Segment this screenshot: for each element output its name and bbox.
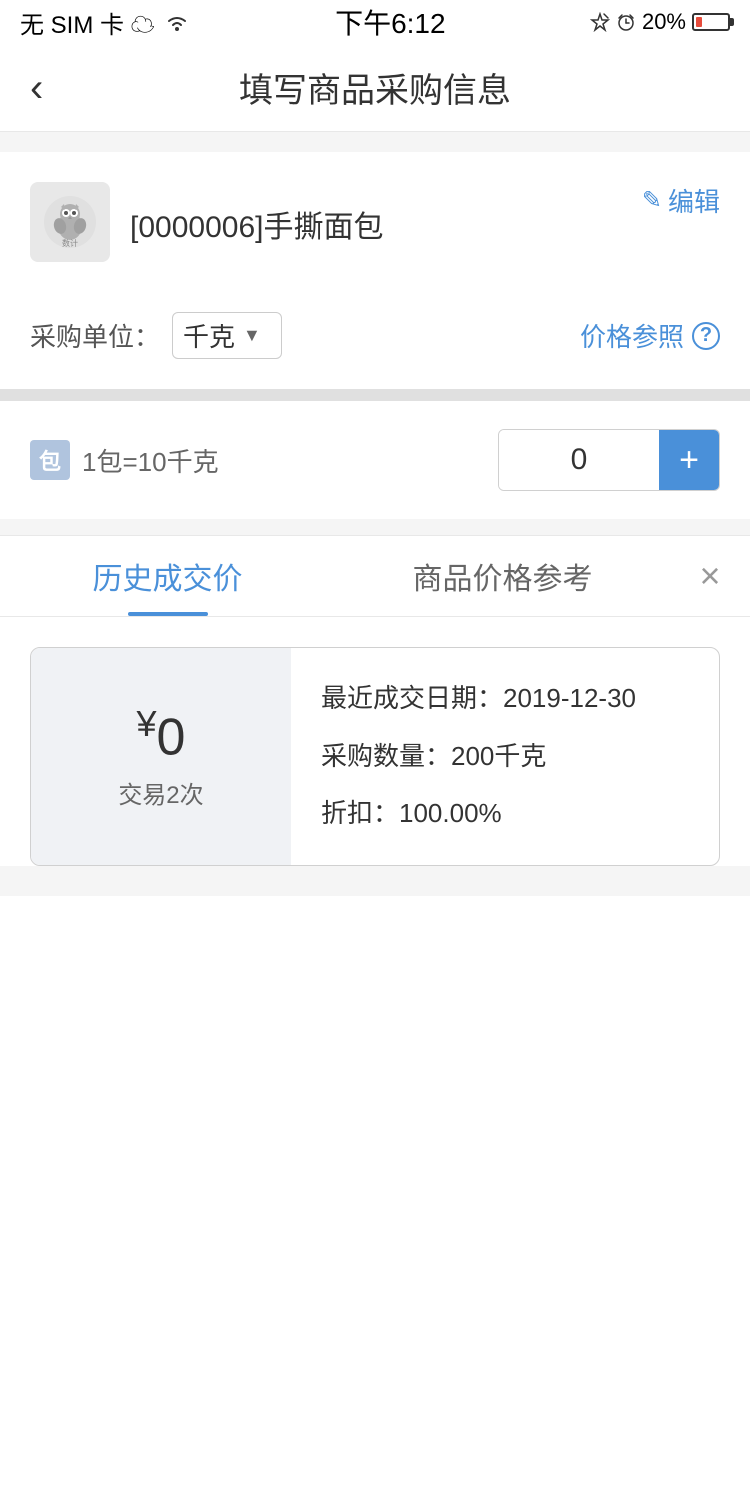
- discount-value: 100.00%: [399, 798, 502, 828]
- unit-row: 采购单位： 千克 ▼: [30, 312, 282, 359]
- signal-text: 无 SIM 卡 ☁: [20, 5, 155, 40]
- quantity-input-group: +: [498, 429, 720, 491]
- price-card: ¥0 交易2次 最近成交日期：2019-12-30 采购数量：200千克 折扣：…: [30, 647, 720, 866]
- discount-label: 折扣：: [321, 798, 399, 828]
- unit-conversion-text: 1包=10千克: [82, 442, 219, 479]
- battery-icon: [692, 13, 730, 31]
- tab1-label: 历史成交价: [93, 554, 243, 598]
- date-label: 最近成交日期：: [321, 683, 503, 713]
- date-value: 2019-12-30: [503, 683, 636, 713]
- nav-bar: ‹ 填写商品采购信息: [0, 44, 750, 132]
- help-icon: ?: [692, 322, 720, 350]
- edit-label: 编辑: [668, 182, 720, 219]
- owl-logo-icon: 数计: [42, 194, 98, 250]
- qty-value: 200千克: [451, 741, 546, 771]
- location-icon: [590, 12, 610, 32]
- product-name: [0000006]手撕面包: [130, 198, 383, 246]
- price-value: 0: [157, 708, 186, 766]
- tab-product-price-ref[interactable]: 商品价格参考: [335, 536, 670, 616]
- price-left-panel: ¥0 交易2次: [31, 648, 291, 865]
- trades-count: 交易2次: [118, 775, 203, 810]
- status-left: 无 SIM 卡 ☁: [20, 5, 191, 40]
- tab-close-button[interactable]: ×: [670, 536, 750, 616]
- price-right-panel: 最近成交日期：2019-12-30 采购数量：200千克 折扣：100.00%: [291, 648, 719, 865]
- bottom-panel: 历史成交价 商品价格参考 × ¥0 交易2次 最近成交日期：2019-12-30…: [0, 535, 750, 866]
- unit-dropdown-icon: ▼: [243, 325, 261, 346]
- currency-symbol: ¥: [137, 703, 157, 744]
- unit-label: 采购单位：: [30, 317, 160, 354]
- status-right: 20%: [590, 9, 730, 35]
- qty-label: 采购数量：: [321, 741, 451, 771]
- back-button[interactable]: ‹: [30, 68, 43, 108]
- wifi-icon: [163, 11, 191, 33]
- status-bar: 无 SIM 卡 ☁ 下午6:12 20%: [0, 0, 750, 44]
- unit-select[interactable]: 千克 ▼: [172, 312, 282, 359]
- quantity-label: 包 1包=10千克: [30, 440, 219, 480]
- unit-value: 千克: [183, 317, 235, 354]
- tab-active-indicator: [128, 612, 208, 616]
- price-ref-label: 价格参照: [580, 317, 684, 354]
- battery-text: 20%: [642, 9, 686, 35]
- page-title: 填写商品采购信息: [239, 63, 511, 112]
- product-meta: 采购单位： 千克 ▼ 价格参照 ?: [30, 292, 720, 389]
- product-card: 数计 [0000006]手撕面包 ✎ 编辑 采购单位： 千克 ▼ 价格参照 ?: [0, 152, 750, 389]
- quantity-row: 包 1包=10千克 +: [0, 401, 750, 519]
- product-thumbnail: 数计: [30, 182, 110, 262]
- status-time: 下午6:12: [335, 2, 446, 42]
- edit-button[interactable]: ✎ 编辑: [642, 182, 720, 219]
- edit-icon: ✎: [642, 186, 662, 215]
- price-reference-button[interactable]: 价格参照 ?: [580, 317, 720, 354]
- price-amount: ¥0: [137, 703, 186, 767]
- discount-row: 折扣：100.00%: [321, 793, 689, 835]
- quantity-input[interactable]: [499, 430, 659, 490]
- quantity-plus-button[interactable]: +: [659, 430, 719, 490]
- svg-text:数计: 数计: [62, 238, 78, 248]
- section-divider: [0, 389, 750, 401]
- transaction-date-row: 最近成交日期：2019-12-30: [321, 678, 689, 720]
- empty-content-area: [0, 896, 750, 1496]
- tab-history-price[interactable]: 历史成交价: [0, 536, 335, 616]
- tabs-row: 历史成交价 商品价格参考 ×: [0, 536, 750, 617]
- unit-box: 包: [30, 440, 70, 480]
- purchase-qty-row: 采购数量：200千克: [321, 736, 689, 778]
- product-header: 数计 [0000006]手撕面包 ✎ 编辑: [30, 182, 720, 262]
- alarm-icon: [616, 12, 636, 32]
- product-left: 数计 [0000006]手撕面包: [30, 182, 383, 262]
- tab2-label: 商品价格参考: [413, 554, 593, 598]
